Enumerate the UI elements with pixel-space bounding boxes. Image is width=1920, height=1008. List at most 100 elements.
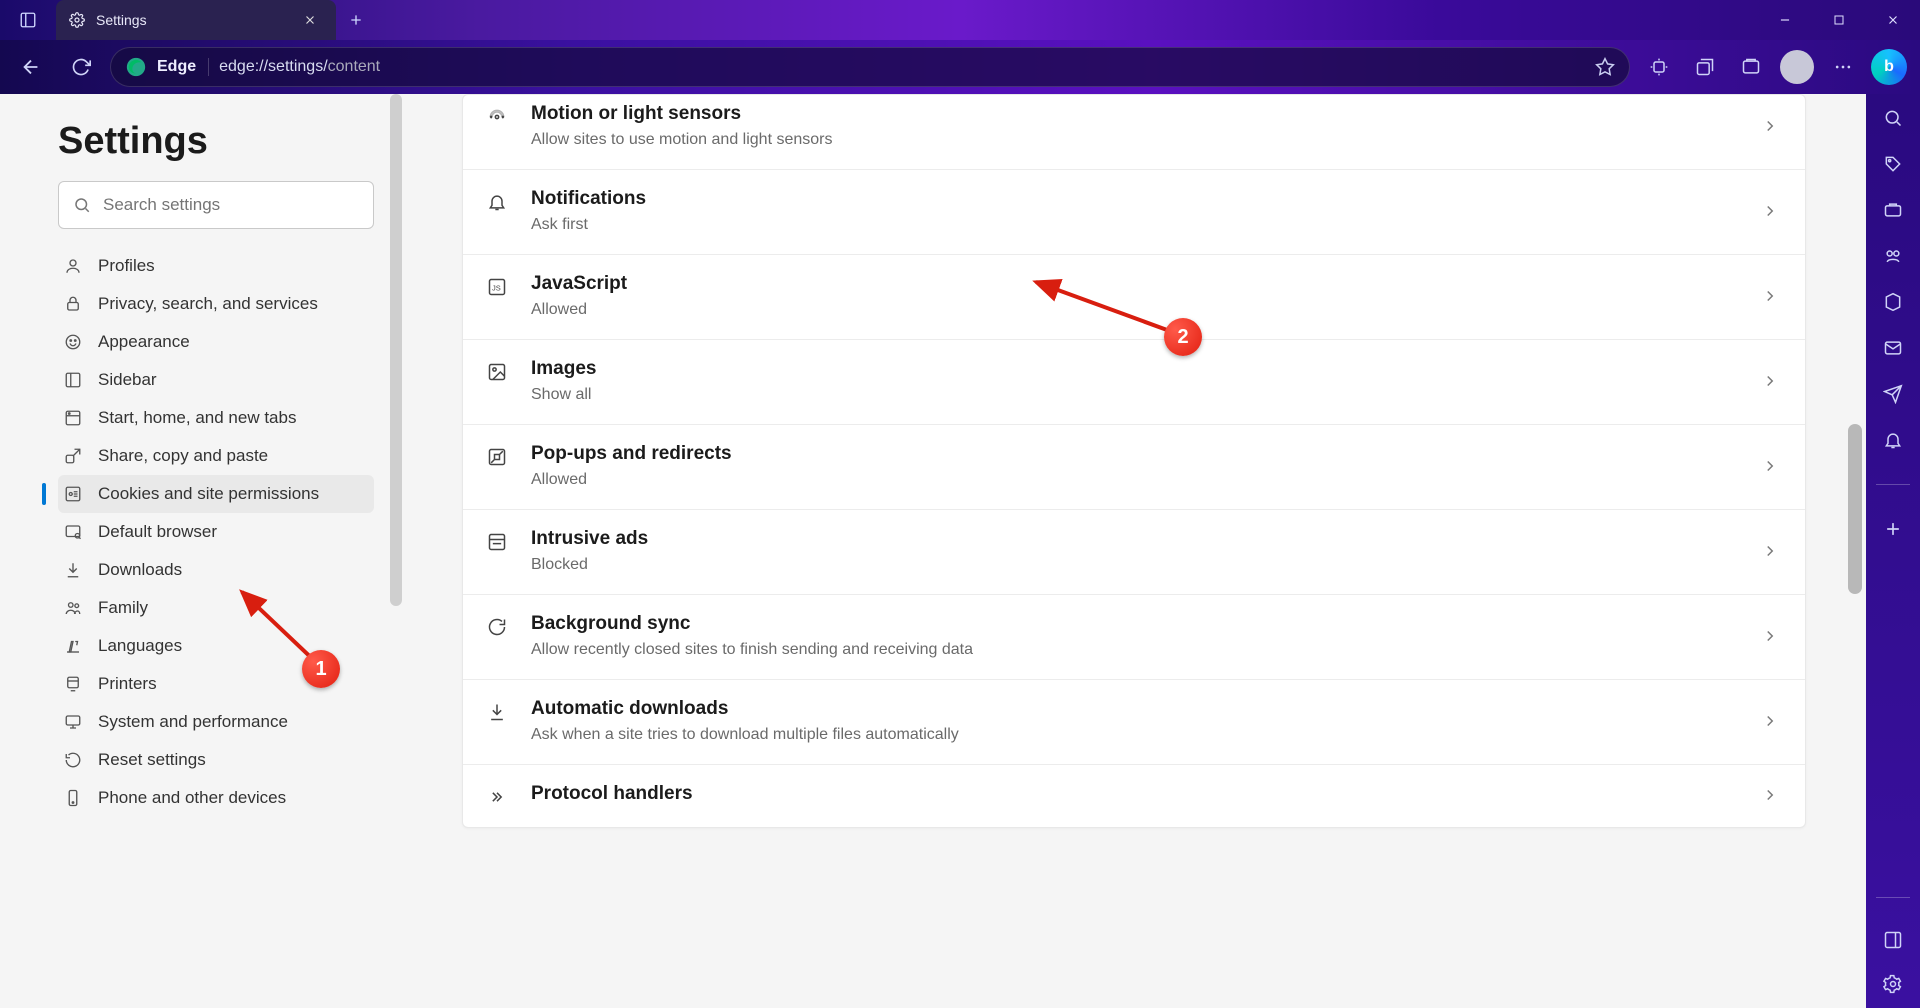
permission-row-notifications[interactable]: NotificationsAsk first — [463, 169, 1805, 254]
nav-icon — [62, 483, 84, 505]
menu-button[interactable] — [1822, 46, 1864, 88]
settings-content: Motion or light sensors Allow sites to us… — [402, 94, 1866, 1008]
permission-row-javascript[interactable]: JSJavaScriptAllowed — [463, 254, 1805, 339]
back-button[interactable] — [10, 46, 52, 88]
permission-row-motion-or-light-sensors[interactable]: Motion or light sensors Allow sites to us… — [463, 95, 1805, 169]
maximize-button[interactable] — [1812, 0, 1866, 40]
sidebar-games-icon[interactable] — [1883, 246, 1903, 266]
nav-item-phone-and-other-devices[interactable]: Phone and other devices — [58, 779, 374, 817]
nav-label: Share, copy and paste — [98, 446, 268, 466]
nav-label: System and performance — [98, 712, 288, 732]
permission-row-automatic-downloads[interactable]: Automatic downloadsAsk when a site tries… — [463, 679, 1805, 764]
nav-label: Cookies and site permissions — [98, 484, 319, 504]
chevron-right-icon — [1761, 786, 1779, 804]
permission-icon — [485, 787, 509, 807]
chevron-right-icon — [1761, 372, 1779, 390]
nav-item-privacy-search-and-services[interactable]: Privacy, search, and services — [58, 285, 374, 323]
permission-title: Pop-ups and redirects — [531, 443, 1739, 465]
nav-item-appearance[interactable]: Appearance — [58, 323, 374, 361]
profile-button[interactable] — [1776, 46, 1818, 88]
minimize-button[interactable] — [1758, 0, 1812, 40]
nav-item-family[interactable]: Family — [58, 589, 374, 627]
close-tab-button[interactable] — [296, 6, 324, 34]
chevron-right-icon — [1761, 287, 1779, 305]
annotation-badge-2: 2 — [1164, 318, 1202, 356]
sidebar-tools-icon[interactable] — [1883, 200, 1903, 220]
nav-icon — [62, 293, 84, 315]
nav-label: Privacy, search, and services — [98, 294, 318, 314]
collections-button[interactable] — [1684, 46, 1726, 88]
nav-label: Default browser — [98, 522, 217, 542]
browser-tab[interactable]: Settings — [56, 0, 336, 40]
nav-label: Reset settings — [98, 750, 206, 770]
permission-desc: Allow recently closed sites to finish se… — [531, 641, 1739, 659]
nav-label: Sidebar — [98, 370, 157, 390]
permission-row-protocol-handlers[interactable]: Protocol handlers — [463, 764, 1805, 827]
window-controls — [1758, 0, 1920, 40]
nav-label: Downloads — [98, 560, 182, 580]
chevron-right-icon — [1761, 712, 1779, 730]
permission-row-images[interactable]: ImagesShow all — [463, 339, 1805, 424]
close-window-button[interactable] — [1866, 0, 1920, 40]
permission-title: Notifications — [531, 188, 1739, 210]
permission-title: JavaScript — [531, 273, 1739, 295]
bing-chat-button[interactable]: b — [1868, 46, 1910, 88]
extensions-button[interactable] — [1638, 46, 1680, 88]
permission-desc: Blocked — [531, 556, 1739, 574]
tab-actions-button[interactable] — [0, 0, 56, 40]
permission-title: Motion or light sensors — [531, 103, 1739, 125]
nav-item-profiles[interactable]: Profiles — [58, 247, 374, 285]
gear-icon — [68, 11, 86, 29]
nav-item-downloads[interactable]: Downloads — [58, 551, 374, 589]
address-bar[interactable]: Edge edge://settings/content — [110, 47, 1630, 87]
sidebar-shopping-icon[interactable] — [1883, 154, 1903, 174]
permission-title: Images — [531, 358, 1739, 380]
nav-icon — [62, 407, 84, 429]
nav-icon — [62, 255, 84, 277]
sidebar-outlook-icon[interactable] — [1883, 338, 1903, 358]
nav-item-reset-settings[interactable]: Reset settings — [58, 741, 374, 779]
permission-icon — [485, 362, 509, 382]
nav-icon — [62, 673, 84, 695]
nav-item-start-home-and-new-tabs[interactable]: Start, home, and new tabs — [58, 399, 374, 437]
permission-title: Automatic downloads — [531, 698, 1739, 720]
nav-item-share-copy-and-paste[interactable]: Share, copy and paste — [58, 437, 374, 475]
sidebar-search-icon[interactable] — [1883, 108, 1903, 128]
permission-icon — [485, 702, 509, 722]
edge-logo-icon — [125, 56, 147, 78]
avatar — [1780, 50, 1814, 84]
nav-label: Family — [98, 598, 148, 618]
nav-icon — [62, 369, 84, 391]
sidebar-settings-icon[interactable] — [1883, 974, 1903, 994]
nav-icon — [62, 521, 84, 543]
nav-item-default-browser[interactable]: Default browser — [58, 513, 374, 551]
sidebar-add-icon[interactable] — [1883, 519, 1903, 539]
permission-title: Intrusive ads — [531, 528, 1739, 550]
nav-icon — [62, 635, 84, 657]
nav-icon — [62, 559, 84, 581]
permission-desc: Allow sites to use motion and light sens… — [531, 131, 1739, 149]
tab-title: Settings — [96, 12, 286, 28]
permission-title: Background sync — [531, 613, 1739, 635]
nav-item-cookies-and-site-permissions[interactable]: Cookies and site permissions — [58, 475, 374, 513]
permission-row-pop-ups-and-redirects[interactable]: Pop-ups and redirectsAllowed — [463, 424, 1805, 509]
nav-item-sidebar[interactable]: Sidebar — [58, 361, 374, 399]
nav-item-system-and-performance[interactable]: System and performance — [58, 703, 374, 741]
nav-icon — [62, 597, 84, 619]
sidebar-hide-icon[interactable] — [1883, 930, 1903, 950]
settings-search[interactable] — [58, 181, 374, 229]
favorite-icon[interactable] — [1595, 57, 1615, 77]
sidebar-send-icon[interactable] — [1883, 384, 1903, 404]
sidebar-office-icon[interactable] — [1883, 292, 1903, 312]
permission-row-background-sync[interactable]: Background sync Allow recently closed sit… — [463, 594, 1805, 679]
permission-row-intrusive-ads[interactable]: Intrusive ads Blocked — [463, 509, 1805, 594]
new-tab-button[interactable] — [336, 0, 376, 40]
permission-icon — [485, 532, 509, 552]
search-icon — [73, 196, 91, 214]
sidebar-bell-icon[interactable] — [1883, 430, 1903, 450]
refresh-button[interactable] — [60, 46, 102, 88]
screenshot-button[interactable] — [1730, 46, 1772, 88]
permission-icon — [485, 192, 509, 212]
permission-icon — [485, 617, 509, 637]
search-input[interactable] — [103, 195, 359, 215]
